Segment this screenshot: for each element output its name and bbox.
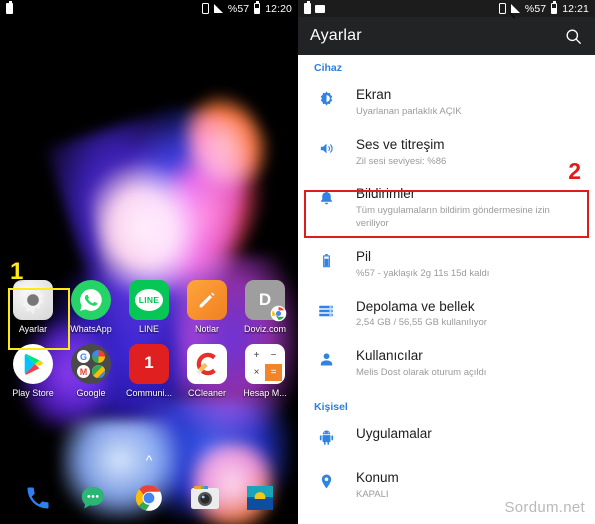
- settings-row-title: Pil: [356, 248, 372, 264]
- camera-icon[interactable]: [187, 480, 223, 516]
- app-label: Hesap M...: [243, 388, 287, 398]
- settings-list[interactable]: Cihaz Ekran Uyarlanan parlaklık AÇIK Ses…: [298, 55, 595, 524]
- settings-row-title: Ekran: [356, 87, 392, 102]
- volume-icon: [314, 137, 338, 157]
- settings-row-subtitle: 2,54 GB / 56,55 GB kullanılıyor: [356, 317, 487, 329]
- settings-row-subtitle: Zil sesi seviyesi: %86: [356, 155, 447, 167]
- clock-label: 12:20: [265, 2, 292, 15]
- search-icon[interactable]: [564, 27, 583, 46]
- app-label: Google: [76, 388, 106, 398]
- app-label: Communi...: [125, 388, 172, 398]
- app-row-2: Play Store G M Google 1 Communi... CClea…: [0, 344, 298, 398]
- wallpaper: [0, 0, 298, 524]
- location-pin-icon: [314, 470, 338, 490]
- storage-icon: [314, 299, 338, 320]
- battery-percent-label: %57: [227, 2, 250, 15]
- signal-icon: [213, 4, 223, 13]
- user-icon: [314, 348, 338, 368]
- gallery-icon[interactable]: [242, 480, 278, 516]
- app-label: CCleaner: [187, 388, 227, 398]
- page-title: Ayarlar: [310, 27, 362, 44]
- calculator-icon[interactable]: + − × =: [245, 344, 285, 384]
- app-label: Doviz.com: [243, 324, 286, 334]
- image-icon: [315, 4, 325, 13]
- settings-row-title: Kullanıcılar: [356, 348, 423, 364]
- left-status-bar: %57 12:20: [0, 0, 298, 17]
- settings-app-bar: Ayarlar: [298, 17, 595, 55]
- settings-row-bildirimler[interactable]: Bildirimler Tüm uygulamaların bildirim g…: [298, 177, 595, 240]
- bell-icon: [314, 186, 338, 206]
- play-store-icon[interactable]: [13, 344, 53, 384]
- app-ccleaner[interactable]: CCleaner: [181, 344, 233, 398]
- clock-label: 12:21: [562, 2, 589, 15]
- sim-card-icon: [201, 3, 209, 14]
- settings-row-pil[interactable]: Pil %57 - yaklaşık 2g 11s 15d kaldı: [298, 240, 595, 290]
- settings-row-subtitle: Melis Dost olarak oturum açıldı: [356, 367, 487, 379]
- section-header-cihaz: Cihaz: [314, 62, 343, 74]
- ccleaner-icon[interactable]: [187, 344, 227, 384]
- chevron-up-icon[interactable]: ^: [146, 452, 153, 468]
- app-label: WhatsApp: [70, 324, 112, 334]
- settings-row-title: Uygulamalar: [356, 425, 432, 441]
- settings-row-ekran[interactable]: Ekran Uyarlanan parlaklık AÇIK: [298, 78, 595, 128]
- app-doviz[interactable]: D Doviz.com: [239, 280, 291, 334]
- right-status-bar: %57 12:21: [298, 0, 595, 17]
- chrome-icon[interactable]: [131, 480, 167, 516]
- battery-icon: [6, 1, 13, 14]
- brightness-icon: [314, 87, 338, 107]
- notes-pencil-icon[interactable]: [187, 280, 227, 320]
- app-label: Notlar: [194, 324, 219, 334]
- line-icon[interactable]: LINE: [129, 280, 169, 320]
- step-marker-1: 1: [10, 258, 24, 285]
- settings-row-depolama-ve-bellek[interactable]: Depolama ve bellek 2,54 GB / 56,55 GB ku…: [298, 290, 595, 340]
- settings-row-subtitle: Uyarlanan parlaklık AÇIK: [356, 105, 462, 117]
- phone-icon[interactable]: [20, 480, 56, 516]
- section-header-kisisel: Kişisel: [314, 400, 348, 413]
- settings-row-title: Depolama ve bellek: [356, 298, 475, 314]
- community-icon[interactable]: 1: [129, 344, 169, 384]
- app-notlar[interactable]: Notlar: [181, 280, 233, 334]
- google-folder-icon[interactable]: G M: [71, 344, 111, 384]
- battery-icon: [314, 249, 338, 269]
- right-phone-settings-screen: %57 12:21 Ayarlar 2 Cihaz Ekran Uyarlana…: [298, 0, 595, 524]
- app-line[interactable]: LINE LINE: [123, 280, 175, 334]
- whatsapp-icon[interactable]: [71, 280, 111, 320]
- app-play-store[interactable]: Play Store: [7, 344, 59, 398]
- app-label: LINE: [138, 324, 159, 334]
- android-icon: [314, 426, 338, 446]
- dock: [0, 480, 298, 516]
- app-google-folder[interactable]: G M Google: [65, 344, 117, 398]
- highlight-box-settings-app: [8, 288, 70, 350]
- app-community[interactable]: 1 Communi...: [123, 344, 175, 398]
- watermark: Sordum.net: [504, 499, 585, 516]
- settings-row-subtitle: Tüm uygulamaların bildirim göndermesine …: [356, 205, 550, 230]
- app-whatsapp[interactable]: WhatsApp: [65, 280, 117, 334]
- settings-row-subtitle: KAPALI: [356, 488, 389, 500]
- left-phone-home-screen: %57 12:20 1 Ayarlar WhatsApp LINE LINE N…: [0, 0, 298, 524]
- battery-icon: [254, 1, 261, 14]
- settings-row-title: Ses ve titreşim: [356, 136, 445, 152]
- sim-card-icon: [498, 3, 506, 14]
- signal-icon: [510, 4, 520, 13]
- battery-percent-label: %57: [524, 2, 547, 15]
- settings-row-ses-ve-titresim[interactable]: Ses ve titreşim Zil sesi seviyesi: %86: [298, 128, 595, 178]
- settings-row-kullanicilar[interactable]: Kullanıcılar Melis Dost olarak oturum aç…: [298, 339, 595, 389]
- battery-icon: [304, 1, 311, 14]
- app-label: Play Store: [12, 388, 54, 398]
- messages-icon[interactable]: [75, 480, 111, 516]
- app-calculator[interactable]: + − × = Hesap M...: [239, 344, 291, 398]
- settings-row-uygulamalar[interactable]: Uygulamalar: [298, 417, 595, 461]
- notification-badge: 1: [144, 353, 154, 372]
- doviz-icon[interactable]: D: [245, 280, 287, 322]
- settings-row-subtitle: %57 - yaklaşık 2g 11s 15d kaldı: [356, 267, 490, 279]
- battery-icon: [551, 1, 558, 14]
- settings-row-title: Konum: [356, 469, 399, 485]
- step-marker-2: 2: [568, 158, 581, 184]
- settings-row-title: Bildirimler: [356, 186, 416, 202]
